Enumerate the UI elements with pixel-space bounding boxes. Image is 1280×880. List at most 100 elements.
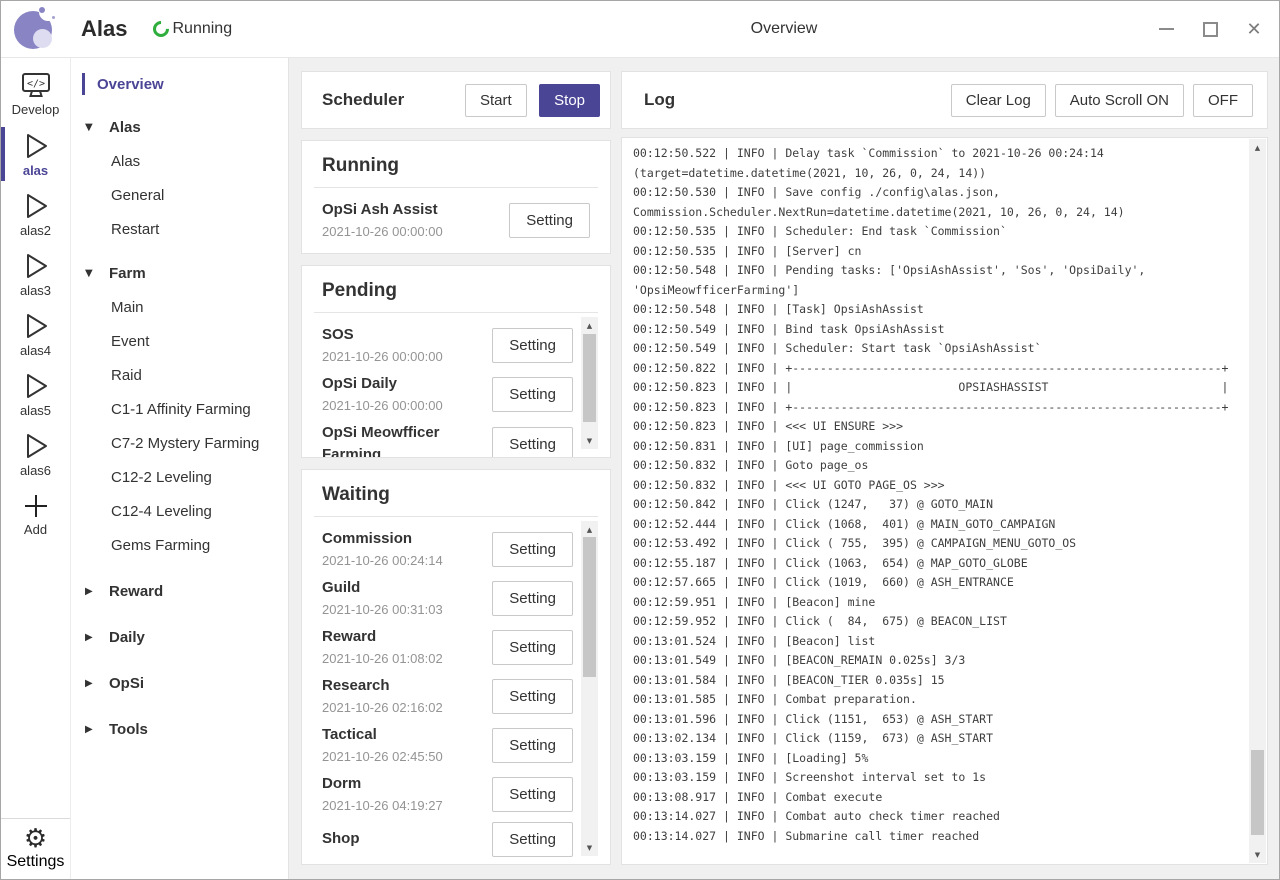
setting-button[interactable]: Setting — [509, 203, 590, 238]
task-next-run-time: 2021-10-26 04:19:27 — [322, 796, 443, 815]
play-icon — [19, 430, 53, 462]
nav-item-general[interactable]: General — [71, 178, 288, 212]
titlebar: Alas Running Overview ✕ — [1, 1, 1279, 58]
clear-log-button[interactable]: Clear Log — [951, 84, 1046, 117]
nav-group-label: Alas — [109, 119, 141, 136]
app-name: Alas — [81, 16, 127, 42]
nav-group-reward[interactable]: ▶ Reward — [71, 574, 288, 608]
log-line: 00:12:50.549 | INFO | Bind task OpsiAshA… — [633, 320, 1247, 340]
setting-button[interactable]: Setting — [492, 630, 573, 665]
task-name: OpSi Daily — [322, 373, 443, 395]
nav-item-c12-2-leveling[interactable]: C12-2 Leveling — [71, 460, 288, 494]
nav-group-farm[interactable]: ▼ Farm — [71, 256, 288, 290]
task-row: Guild 2021-10-26 00:31:03 Setting — [322, 570, 573, 619]
chevron-right-icon: ▶ — [85, 586, 100, 597]
log-line: Commission.Scheduler.NextRun=datetime.da… — [633, 203, 1247, 223]
log-line: 00:12:50.548 | INFO | Pending tasks: ['O… — [633, 261, 1247, 281]
scrollbar-up-icon[interactable]: ▲ — [581, 522, 598, 537]
sidebar-item-instance[interactable]: alas3 — [1, 244, 71, 304]
scrollbar-up-icon[interactable]: ▲ — [581, 318, 598, 333]
log-column: Log Clear Log Auto Scroll ON OFF 00:12:5… — [621, 71, 1268, 865]
scrollbar-down-icon[interactable]: ▼ — [1249, 847, 1266, 862]
task-row: OpSi Daily 2021-10-26 00:00:00 Setting — [322, 366, 573, 415]
nav-group-opsi[interactable]: ▶ OpSi — [71, 666, 288, 700]
sidebar-item-instance[interactable]: alas5 — [1, 364, 71, 424]
task-row: Tactical 2021-10-26 02:45:50 Setting — [322, 717, 573, 766]
scrollbar-down-icon[interactable]: ▼ — [581, 840, 598, 855]
sidebar-item-settings[interactable]: ⚙ Settings — [1, 818, 70, 879]
start-button[interactable]: Start — [465, 84, 527, 117]
setting-button[interactable]: Setting — [492, 581, 573, 616]
maximize-button[interactable] — [1201, 20, 1219, 38]
scheduler-title: Scheduler — [322, 90, 404, 110]
nav-item-c1-1-affinity-farming[interactable]: C1-1 Affinity Farming — [71, 392, 288, 426]
app-body: </> Develop alas alas2 — [1, 58, 1279, 879]
scrollbar-thumb[interactable] — [583, 537, 596, 677]
nav-item-gems-farming[interactable]: Gems Farming — [71, 528, 288, 562]
log-line: 00:13:03.159 | INFO | Screenshot interva… — [633, 768, 1247, 788]
log-line: 00:13:08.917 | INFO | Combat execute — [633, 788, 1247, 808]
nav-item-label: Raid — [111, 367, 142, 384]
nav-item-overview[interactable]: Overview — [71, 68, 288, 100]
nav-item-event[interactable]: Event — [71, 324, 288, 358]
scrollbar-thumb[interactable] — [1251, 750, 1264, 835]
add-instance-button[interactable]: Add — [1, 484, 71, 544]
nav-group-tools[interactable]: ▶ Tools — [71, 712, 288, 746]
log-line: 00:12:50.823 | INFO | <<< UI ENSURE >>> — [633, 417, 1247, 437]
setting-button[interactable]: Setting — [492, 377, 573, 412]
nav-item-c12-4-leveling[interactable]: C12-4 Leveling — [71, 494, 288, 528]
nav-item-label: Overview — [97, 76, 164, 93]
sidebar-item-alas[interactable]: alas — [1, 124, 71, 184]
pending-scrollbar[interactable]: ▲ ▼ — [581, 317, 598, 449]
log-line: 00:12:50.530 | INFO | Save config ./conf… — [633, 183, 1247, 203]
log-line: 00:13:02.134 | INFO | Click (1159, 673) … — [633, 729, 1247, 749]
waiting-scrollbar[interactable]: ▲ ▼ — [581, 521, 598, 856]
close-button[interactable]: ✕ — [1245, 20, 1263, 38]
play-icon — [19, 370, 53, 402]
nav-item-label: Main — [111, 299, 144, 316]
setting-button[interactable]: Setting — [492, 679, 573, 714]
scrollbar-up-icon[interactable]: ▲ — [1249, 140, 1266, 155]
task-next-run-time: 2021-10-26 00:31:03 — [322, 600, 443, 619]
minimize-button[interactable] — [1157, 20, 1175, 38]
sidebar-item-instance[interactable]: alas6 — [1, 424, 71, 484]
setting-button[interactable]: Setting — [492, 728, 573, 763]
sidebar-item-label: alas5 — [20, 403, 51, 418]
auto-scroll-on-button[interactable]: Auto Scroll ON — [1055, 84, 1184, 117]
log-line: 00:12:52.444 | INFO | Click (1068, 401) … — [633, 515, 1247, 535]
setting-button[interactable]: Setting — [492, 532, 573, 567]
log-line: 00:12:50.823 | INFO | +-----------------… — [633, 398, 1247, 418]
setting-button[interactable]: Setting — [492, 427, 573, 457]
nav-item-alas[interactable]: Alas — [71, 144, 288, 178]
nav-group-alas[interactable]: ▼ Alas — [71, 110, 288, 144]
sidebar-item-label: Add — [24, 522, 47, 537]
close-icon: ✕ — [1246, 20, 1261, 38]
nav-item-c7-2-mystery-farming[interactable]: C7-2 Mystery Farming — [71, 426, 288, 460]
auto-scroll-off-button[interactable]: OFF — [1193, 84, 1253, 117]
log-line: 00:13:03.159 | INFO | [Loading] 5% — [633, 749, 1247, 769]
chevron-down-icon: ▼ — [85, 122, 100, 133]
sidebar-item-develop[interactable]: </> Develop — [1, 64, 71, 124]
sidebar-item-instance[interactable]: alas4 — [1, 304, 71, 364]
nav-item-raid[interactable]: Raid — [71, 358, 288, 392]
log-panel: 00:12:50.522 | INFO | Delay task `Commis… — [621, 137, 1268, 865]
stop-button[interactable]: Stop — [539, 84, 600, 117]
nav-group-daily[interactable]: ▶ Daily — [71, 620, 288, 654]
task-name: SOS — [322, 324, 443, 346]
task-next-run-time: 2021-10-26 00:00:00 — [322, 347, 443, 366]
scrollbar-thumb[interactable] — [583, 334, 596, 422]
nav-item-main[interactable]: Main — [71, 290, 288, 324]
log-header-card: Log Clear Log Auto Scroll ON OFF — [621, 71, 1268, 129]
log-scrollbar[interactable]: ▲ ▼ — [1249, 139, 1266, 863]
log-line: 00:12:50.535 | INFO | [Server] cn — [633, 242, 1247, 262]
pending-task-list: SOS 2021-10-26 00:00:00 Setting OpSi Dai… — [322, 317, 581, 457]
setting-button[interactable]: Setting — [492, 328, 573, 363]
nav-group-label: OpSi — [109, 675, 144, 692]
play-icon — [19, 190, 53, 222]
nav-item-restart[interactable]: Restart — [71, 212, 288, 246]
setting-button[interactable]: Setting — [492, 822, 573, 857]
setting-button[interactable]: Setting — [492, 777, 573, 812]
sidebar-item-label: Develop — [12, 102, 60, 117]
sidebar-item-instance[interactable]: alas2 — [1, 184, 71, 244]
scrollbar-down-icon[interactable]: ▼ — [581, 433, 598, 448]
